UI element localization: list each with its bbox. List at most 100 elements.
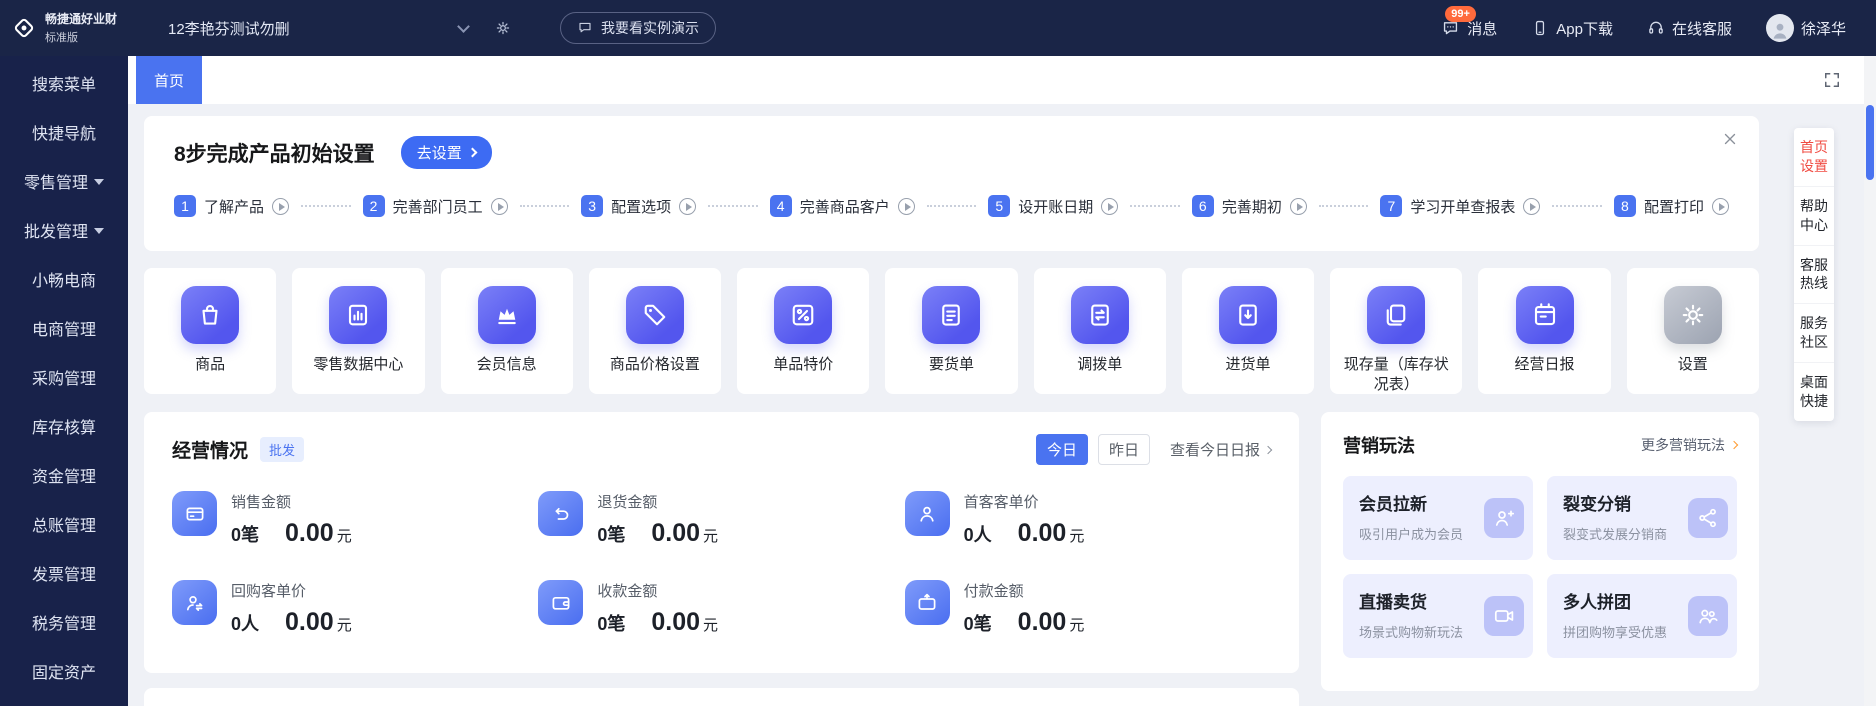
sidebar-item-general-ledger[interactable]: 总账管理 <box>0 499 128 548</box>
metric-count: 0人 <box>231 614 260 634</box>
topbar-right-cluster: 99+ 消息 App下载 在线客服 徐泽华 <box>1441 5 1846 42</box>
shortcut-transfer-order[interactable]: 调拨单 <box>1033 268 1166 394</box>
marketing-member-acquisition[interactable]: 会员拉新 吸引用户成为会员 <box>1343 476 1533 560</box>
vertical-scrollbar[interactable] <box>1864 56 1876 706</box>
marketing-fission-distribution[interactable]: 裂变分销 裂变式发展分销商 <box>1547 476 1737 560</box>
group-buy-people-icon <box>1688 596 1728 636</box>
setup-step[interactable]: 3 配置选项 <box>581 195 697 217</box>
play-video-icon[interactable] <box>1289 197 1307 215</box>
member-crown-icon <box>477 286 536 344</box>
wallet-in-icon <box>538 580 584 625</box>
play-video-icon[interactable] <box>679 197 697 215</box>
metric-amount: 0.00 <box>285 608 334 636</box>
play-video-icon[interactable] <box>1523 197 1541 215</box>
marketing-live-selling[interactable]: 直播卖货 场景式购物新玩法 <box>1343 574 1533 658</box>
shortcut-label: 经营日报 <box>1514 356 1575 373</box>
step-connector <box>301 205 351 207</box>
go-setup-button[interactable]: 去设置 <box>400 136 492 169</box>
play-video-icon[interactable] <box>272 197 290 215</box>
online-service-button[interactable]: 在线客服 <box>1647 18 1732 39</box>
setup-step[interactable]: 2 完善部门员工 <box>362 195 508 217</box>
sidebar-item-fixed-assets[interactable]: 固定资产 <box>0 646 128 695</box>
transfer-doc-icon <box>1070 286 1129 344</box>
scrollbar-thumb[interactable] <box>1866 105 1874 180</box>
setup-step[interactable]: 1 了解产品 <box>174 195 290 217</box>
tab-home[interactable]: 首页 <box>136 56 203 104</box>
step-label: 完善部门员工 <box>392 198 483 216</box>
sidebar-item-search-menu[interactable]: 搜索菜单 <box>0 58 128 107</box>
sidebar-item-retail-mgmt[interactable]: 零售管理 <box>0 156 128 205</box>
shortcut-daily-report[interactable]: 经营日报 <box>1478 268 1611 394</box>
sidebar-item-label: 采购管理 <box>31 370 96 388</box>
tab-home-label: 首页 <box>154 72 185 90</box>
shortcut-requisition-order[interactable]: 要货单 <box>885 268 1018 394</box>
sidebar-item-purchase-mgmt[interactable]: 采购管理 <box>0 352 128 401</box>
shortcut-retail-data-center[interactable]: 零售数据中心 <box>292 268 425 394</box>
app-download-button[interactable]: App下载 <box>1531 18 1613 39</box>
rail-desktop-shortcut[interactable]: 桌面快捷 <box>1794 363 1834 421</box>
sidebar-item-xiaochang-ecom[interactable]: 小畅电商 <box>0 254 128 303</box>
rail-service-hotline[interactable]: 客服热线 <box>1794 246 1834 305</box>
close-banner-button[interactable] <box>1721 130 1739 148</box>
play-video-icon[interactable] <box>1101 197 1119 215</box>
play-video-icon[interactable] <box>490 197 508 215</box>
setup-banner: 8步完成产品初始设置 去设置 1 了解产品 2 完善部门员工 3 配置选项 4 完善商品… <box>144 116 1759 251</box>
demo-link[interactable]: 我要看实例演示 <box>560 12 716 44</box>
fullscreen-toggle-button[interactable] <box>1822 70 1842 90</box>
shortcut-label: 调拨单 <box>1077 356 1123 373</box>
view-daily-report-link[interactable]: 查看今日日报 <box>1170 439 1273 460</box>
shortcut-stock-report[interactable]: 现存量（库存状况表） <box>1330 268 1463 394</box>
business-title: 经营情况 <box>172 441 249 462</box>
shortcut-price-settings[interactable]: 商品价格设置 <box>588 268 722 394</box>
retail-data-icon <box>329 286 388 344</box>
sidebar-item-wholesale-mgmt[interactable]: 批发管理 <box>0 205 128 254</box>
account-selector[interactable]: 12李艳芬测试勿删 <box>168 18 470 39</box>
step-label: 完善商品客户 <box>799 198 890 216</box>
setup-step[interactable]: 7 学习开单查报表 <box>1380 195 1541 217</box>
sidebar-item-ecom-mgmt[interactable]: 电商管理 <box>0 303 128 352</box>
shortcut-settings[interactable]: 设置 <box>1626 268 1759 394</box>
settings-gear-button[interactable] <box>494 19 512 37</box>
metric-count: 0人 <box>963 525 992 545</box>
shortcut-purchase-order[interactable]: 进货单 <box>1181 268 1315 394</box>
more-marketing-link[interactable]: 更多营销玩法 <box>1641 435 1739 455</box>
rail-home-settings[interactable]: 首页设置 <box>1794 128 1834 187</box>
marketing-group-buying[interactable]: 多人拼团 拼团购物享受优惠 <box>1547 574 1737 658</box>
setup-step[interactable]: 4 完善商品客户 <box>769 195 915 217</box>
setup-step[interactable]: 6 完善期初 <box>1191 195 1307 217</box>
sidebar-item-label: 发票管理 <box>31 566 96 584</box>
metric-label: 收款金额 <box>597 583 658 600</box>
metric-count: 0笔 <box>231 525 260 545</box>
yesterday-button[interactable]: 昨日 <box>1097 434 1150 465</box>
sidebar-item-tax-mgmt[interactable]: 税务管理 <box>0 597 128 646</box>
app-window: 畅捷通好业财 标准版 12李艳芬测试勿删 我要看实例演示 99+ 消息 App下… <box>0 0 1876 706</box>
shortcut-special-price[interactable]: 单品特价 <box>737 268 870 394</box>
step-connector <box>519 205 570 207</box>
setup-step[interactable]: 5 设开账日期 <box>988 195 1119 217</box>
sidebar-item-invoice-mgmt[interactable]: 发票管理 <box>0 548 128 597</box>
rail-service-community[interactable]: 服务社区 <box>1794 304 1834 364</box>
play-video-icon[interactable] <box>1711 197 1729 215</box>
setup-step[interactable]: 8 配置打印 <box>1613 195 1729 217</box>
sidebar-item-funds-mgmt[interactable]: 资金管理 <box>0 450 128 499</box>
today-button[interactable]: 今日 <box>1035 434 1088 465</box>
shortcut-member-info[interactable]: 会员信息 <box>440 268 573 394</box>
metric-first-customer-price: 首客客单价 0人 0.00 元 <box>904 491 1271 548</box>
metric-unit: 元 <box>1069 617 1085 634</box>
sidebar-item-quick-nav[interactable]: 快捷导航 <box>0 107 128 156</box>
sidebar-item-inventory-accounting[interactable]: 库存核算 <box>0 401 128 450</box>
chevron-right-icon <box>467 147 478 158</box>
shortcut-label: 进货单 <box>1225 356 1271 373</box>
messages-button[interactable]: 99+ 消息 <box>1441 5 1497 39</box>
more-marketing-label: 更多营销玩法 <box>1641 437 1725 453</box>
metric-refund-amount: 退货金额 0笔 0.00 元 <box>538 491 904 548</box>
caret-down-icon <box>94 227 104 234</box>
price-tag-icon <box>625 286 684 344</box>
step-label: 配置打印 <box>1643 198 1704 216</box>
play-video-icon[interactable] <box>897 197 915 215</box>
shortcut-goods[interactable]: 商品 <box>144 268 277 394</box>
app-download-label: App下载 <box>1556 20 1613 38</box>
rail-help-center[interactable]: 帮助中心 <box>1794 187 1834 246</box>
user-menu[interactable]: 徐泽华 <box>1765 14 1846 42</box>
step-number: 8 <box>1613 195 1636 217</box>
